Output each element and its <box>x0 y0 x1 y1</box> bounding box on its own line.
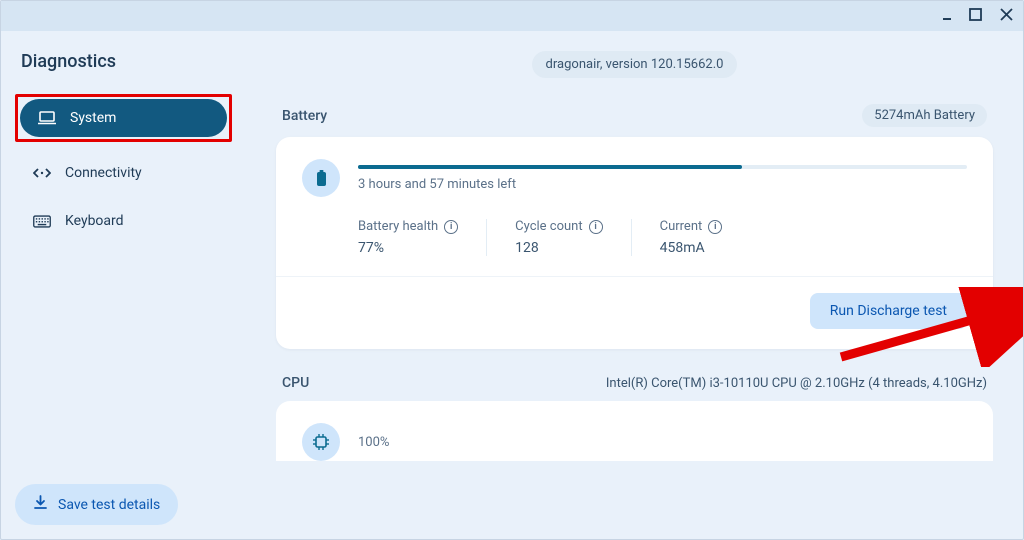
main-panel: dragonair, version 120.15662.0 Battery 5… <box>246 31 1023 539</box>
sidebar-item-system[interactable]: System <box>20 99 227 137</box>
battery-card: 3 hours and 57 minutes left Battery heal… <box>276 137 993 349</box>
battery-progress: 3 hours and 57 minutes left <box>358 165 967 192</box>
cpu-usage-percent: 100% <box>358 435 389 450</box>
battery-icon <box>302 159 340 197</box>
battery-section-header: Battery 5274mAh Battery <box>276 104 993 127</box>
laptop-icon <box>38 111 56 125</box>
stat-value: 128 <box>515 240 602 256</box>
save-button-label: Save test details <box>58 497 160 513</box>
stat-label: Cycle count <box>515 219 582 234</box>
sidebar-item-label: System <box>70 110 116 126</box>
page-title: Diagnostics <box>15 51 232 72</box>
cpu-spec: Intel(R) Core(TM) i3-10110U CPU @ 2.10GH… <box>606 376 987 391</box>
version-pill: dragonair, version 120.15662.0 <box>532 51 738 78</box>
nav-items: System Connectivity Keyboard <box>15 94 232 240</box>
run-discharge-test-button[interactable]: Run Discharge test <box>810 293 967 329</box>
battery-stats-row: Battery health i 77% Cycle count i 128 <box>302 219 967 256</box>
sidebar-item-keyboard[interactable]: Keyboard <box>15 202 232 240</box>
cpu-section-title: CPU <box>282 375 309 391</box>
minimize-button[interactable]: _ <box>943 2 951 23</box>
info-icon[interactable]: i <box>444 220 458 234</box>
sidebar-item-label: Connectivity <box>65 165 142 181</box>
maximize-button[interactable] <box>969 7 982 25</box>
progress-bar <box>358 165 967 169</box>
save-test-details-button[interactable]: Save test details <box>15 484 178 525</box>
download-icon <box>33 495 48 514</box>
cpu-section-header: CPU Intel(R) Core(TM) i3-10110U CPU @ 2.… <box>276 375 993 391</box>
stat-battery-health: Battery health i 77% <box>358 219 487 256</box>
stat-label: Battery health <box>358 219 438 234</box>
info-icon[interactable]: i <box>708 220 722 234</box>
titlebar: _ <box>1 1 1023 31</box>
sidebar-item-label: Keyboard <box>65 213 124 229</box>
battery-summary-row: 3 hours and 57 minutes left <box>302 159 967 197</box>
stat-current: Current i 458mA <box>632 219 751 256</box>
keyboard-icon <box>33 215 51 228</box>
annotation-highlight-box: System <box>15 94 232 142</box>
battery-section-title: Battery <box>282 108 327 124</box>
stat-value: 458mA <box>660 240 723 256</box>
info-icon[interactable]: i <box>589 220 603 234</box>
sidebar-item-connectivity[interactable]: Connectivity <box>15 154 232 192</box>
content-area: Diagnostics System Connectivity <box>1 31 1023 539</box>
sidebar: Diagnostics System Connectivity <box>1 31 246 539</box>
divider <box>276 276 993 277</box>
stat-value: 77% <box>358 240 458 256</box>
stat-label: Current <box>660 219 703 234</box>
cpu-chip-icon <box>302 423 340 461</box>
progress-fill <box>358 165 742 169</box>
battery-card-footer: Run Discharge test <box>302 293 967 329</box>
close-button[interactable] <box>1000 7 1013 25</box>
battery-capacity-pill: 5274mAh Battery <box>862 104 987 127</box>
stat-cycle-count: Cycle count i 128 <box>487 219 631 256</box>
app-window: _ Diagnostics System <box>0 0 1024 540</box>
cpu-card: 100% <box>276 401 993 461</box>
connectivity-icon <box>33 167 51 179</box>
battery-time-left: 3 hours and 57 minutes left <box>358 177 967 192</box>
